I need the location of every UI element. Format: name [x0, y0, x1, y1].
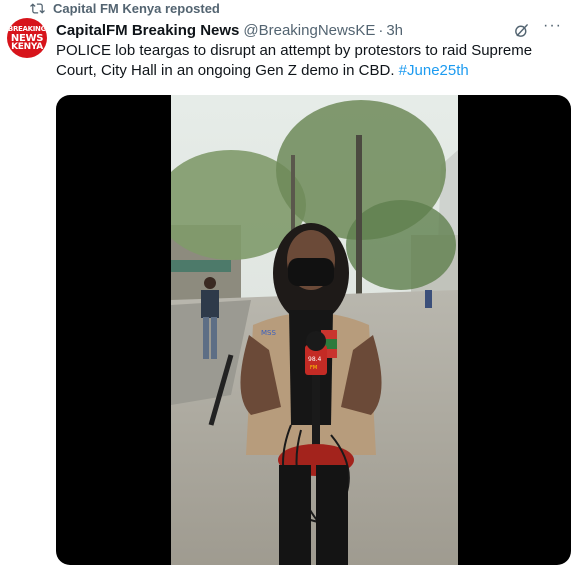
avatar-logo-line-3: KENYA: [11, 41, 43, 52]
tweet-time[interactable]: 3h: [386, 22, 403, 39]
repost-icon: [30, 2, 45, 14]
video-frame: MSS 98.4 FM: [171, 95, 458, 565]
repost-label: Capital FM Kenya reposted: [53, 0, 220, 16]
mic-text: 98.4: [308, 356, 322, 363]
grok-icon[interactable]: [513, 22, 530, 39]
author-handle[interactable]: @BreakingNewsKE: [243, 22, 375, 39]
separator-dot: ·: [378, 21, 384, 39]
video-player[interactable]: MSS 98.4 FM: [56, 95, 571, 565]
author-name[interactable]: CapitalFM Breaking News: [56, 22, 239, 39]
mic-subtext: FM: [310, 365, 317, 371]
hashtag-link[interactable]: #June25th: [399, 62, 469, 79]
video-scene-illustration: MSS 98.4 FM: [171, 95, 458, 565]
tweet-text: POLICE lob teargas to disrupt an attempt…: [56, 41, 556, 81]
vest-text: MSS: [261, 329, 276, 337]
tweet-header: CapitalFM Breaking News @BreakingNewsKE …: [56, 17, 568, 41]
more-options-icon[interactable]: ···: [543, 17, 562, 35]
repost-indicator[interactable]: Capital FM Kenya reposted: [30, 0, 220, 16]
avatar[interactable]: BREAKING NEWS KENYA: [7, 18, 47, 58]
